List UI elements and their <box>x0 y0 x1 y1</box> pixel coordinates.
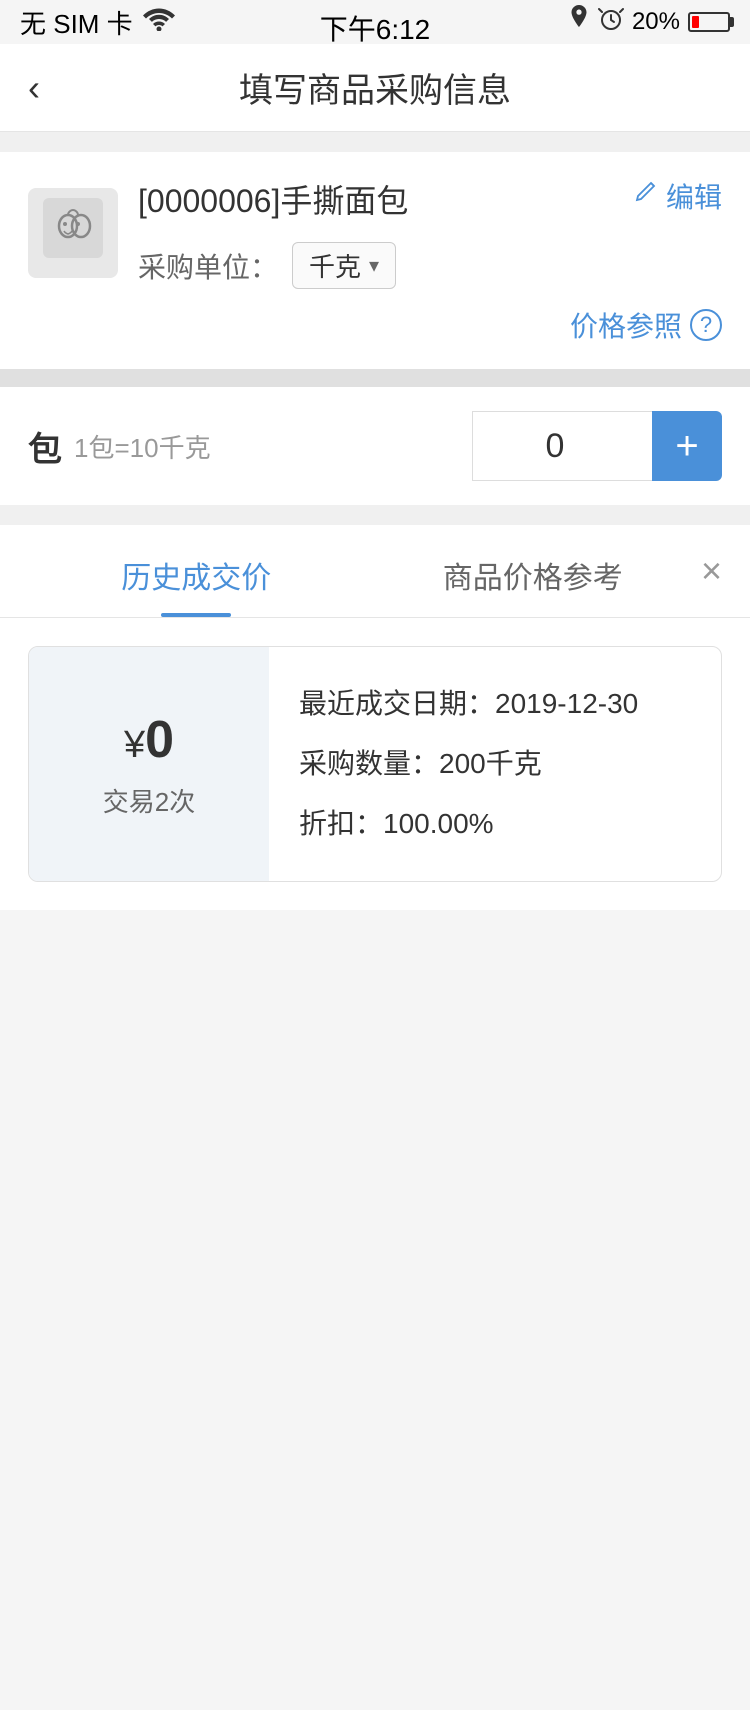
battery-percent: 20% <box>632 8 680 36</box>
wifi-icon <box>143 7 175 38</box>
battery-icon <box>688 12 730 32</box>
qty-conversion: 1包=10千克 <box>74 428 211 465</box>
discount-label: 折扣： <box>299 808 383 839</box>
tabs-close-button[interactable]: × <box>701 530 722 612</box>
history-trades: 交易2次 <box>103 782 195 819</box>
unit-selector[interactable]: 千克 ▾ <box>292 242 396 289</box>
edit-label: 编辑 <box>666 176 722 216</box>
back-button[interactable]: ‹ <box>28 67 40 109</box>
section-divider <box>0 369 750 387</box>
history-recent-date: 最近成交日期：2019-12-30 <box>299 683 691 725</box>
price-value: 0 <box>145 711 174 769</box>
product-left: [0000006]手撕面包 采购单位： 千克 ▾ <box>28 176 408 289</box>
nav-bar: ‹ 填写商品采购信息 <box>0 44 750 132</box>
plus-button[interactable]: + <box>652 411 722 481</box>
unit-value: 千克 <box>309 247 361 284</box>
carrier-label: 无 SIM 卡 <box>20 4 133 41</box>
qty-unit: 包 <box>28 422 62 471</box>
status-time: 下午6:12 <box>320 8 431 48</box>
recent-date-label: 最近成交日期： <box>299 688 495 719</box>
product-logo-icon <box>43 198 103 267</box>
price-symbol: ¥ <box>124 724 145 766</box>
edit-button[interactable]: 编辑 <box>634 176 722 216</box>
unit-label: 采购单位： <box>138 246 278 286</box>
history-purchase-qty: 采购数量：200千克 <box>299 743 691 785</box>
page-title: 填写商品采购信息 <box>239 63 511 112</box>
purchase-qty-value: 200千克 <box>439 748 542 779</box>
product-info: [0000006]手撕面包 采购单位： 千克 ▾ <box>138 176 408 289</box>
product-unit-row: 采购单位： 千克 ▾ <box>138 242 408 289</box>
product-header: [0000006]手撕面包 采购单位： 千克 ▾ 编辑 <box>28 176 722 289</box>
quantity-label: 包 1包=10千克 <box>28 422 211 471</box>
unit-arrow-icon: ▾ <box>369 253 379 278</box>
tab-history-price[interactable]: 历史成交价 <box>28 525 364 617</box>
tabs-header: 历史成交价 商品价格参考 × <box>0 525 750 618</box>
history-card-right: 最近成交日期：2019-12-30 采购数量：200千克 折扣：100.00% <box>269 647 721 881</box>
history-price: ¥0 <box>124 710 174 770</box>
status-left: 无 SIM 卡 <box>20 4 175 41</box>
history-card: ¥0 交易2次 最近成交日期：2019-12-30 采购数量：200千克 折扣：… <box>28 646 722 882</box>
price-ref-row: 价格参照 ? <box>28 305 722 345</box>
product-section: [0000006]手撕面包 采购单位： 千克 ▾ 编辑 <box>0 152 750 369</box>
status-right: 20% <box>568 5 730 40</box>
history-content: ¥0 交易2次 最近成交日期：2019-12-30 采购数量：200千克 折扣：… <box>0 618 750 910</box>
price-ref-button[interactable]: 价格参照 ? <box>570 305 722 345</box>
quantity-input-group: + <box>472 411 722 481</box>
history-card-left: ¥0 交易2次 <box>29 647 269 881</box>
history-discount: 折扣：100.00% <box>299 803 691 845</box>
status-bar: 无 SIM 卡 下午6:12 20% <box>0 0 750 44</box>
recent-date-value: 2019-12-30 <box>495 688 638 719</box>
quantity-row: 包 1包=10千克 + <box>0 387 750 505</box>
location-icon <box>568 5 590 40</box>
price-ref-label: 价格参照 <box>570 305 682 345</box>
info-icon: ? <box>690 309 722 341</box>
product-name: [0000006]手撕面包 <box>138 176 408 222</box>
tabs-section: 历史成交价 商品价格参考 × ¥0 交易2次 最近成交日期：2019-12-30… <box>0 525 750 910</box>
quantity-input[interactable] <box>472 411 652 481</box>
alarm-icon <box>598 6 624 39</box>
tab-price-reference[interactable]: 商品价格参考 <box>364 525 700 617</box>
product-logo <box>28 188 118 278</box>
discount-value: 100.00% <box>383 808 494 839</box>
main-background <box>0 910 750 1710</box>
edit-icon <box>634 180 660 213</box>
purchase-qty-label: 采购数量： <box>299 748 439 779</box>
